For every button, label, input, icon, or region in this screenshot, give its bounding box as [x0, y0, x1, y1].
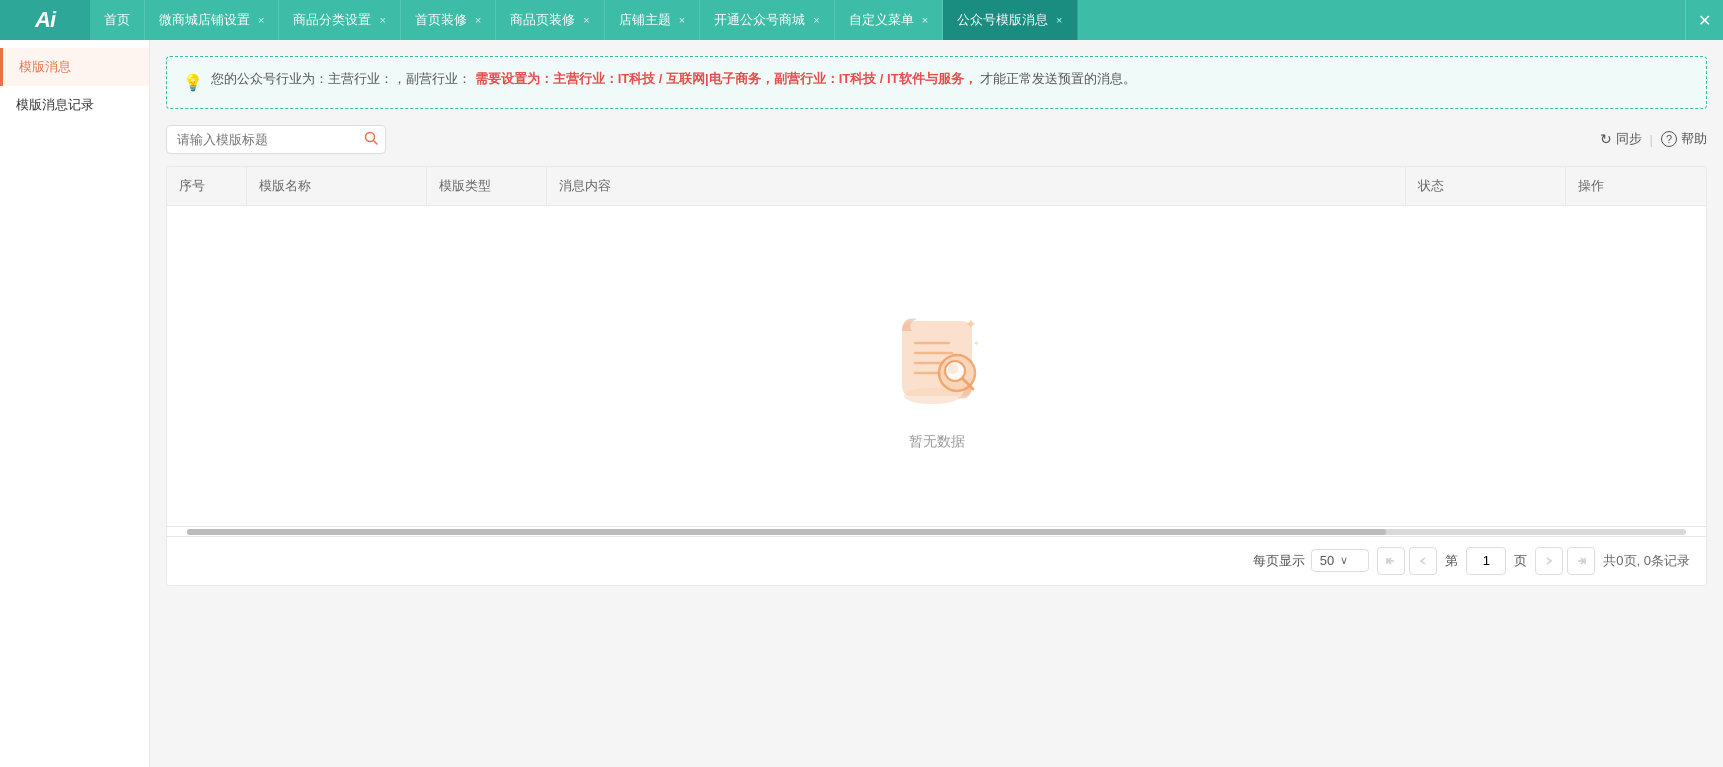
notice-highlight: 需要设置为：主营行业：IT科技 / 互联网|电子商务，副营行业：IT科技 / I…	[475, 71, 977, 86]
nav-tab-close-product-category[interactable]: ×	[379, 14, 385, 26]
help-icon: ?	[1661, 131, 1677, 147]
total-info: 共0页, 0条记录	[1603, 552, 1690, 570]
nav-tab-label: 微商城店铺设置	[159, 11, 250, 29]
page-navigation: 第 页	[1377, 547, 1595, 575]
toolbar-right: ↻ 同步 | ? 帮助	[1600, 130, 1707, 148]
nav-tab-close-product-decor[interactable]: ×	[583, 14, 589, 26]
empty-state: ✦ ✦ 暂无数据	[877, 261, 997, 471]
search-input[interactable]	[166, 125, 386, 154]
per-page-select: 每页显示 50 ∨	[1253, 549, 1369, 572]
empty-text: 暂无数据	[909, 433, 965, 451]
nav-tab-label: 商品页装修	[510, 11, 575, 29]
nav-tab-label: 店铺主题	[619, 11, 671, 29]
th-action: 操作	[1566, 167, 1706, 205]
table-header: 序号模版名称模版类型消息内容状态操作	[167, 167, 1706, 206]
nav-tab-home-decor[interactable]: 首页装修 ×	[401, 0, 496, 40]
scrollbar-track	[187, 529, 1686, 535]
nav-tab-label: 开通公众号商城	[714, 11, 805, 29]
nav-tab-label: 商品分类设置	[293, 11, 371, 29]
th-type: 模版类型	[427, 167, 547, 205]
app-logo: Ai	[0, 0, 90, 40]
first-page-button[interactable]	[1377, 547, 1405, 575]
search-bar: ↻ 同步 | ? 帮助	[166, 125, 1707, 154]
nav-tab-product-decor[interactable]: 商品页装修 ×	[496, 0, 604, 40]
nav-tab-label: 公众号模版消息	[957, 11, 1048, 29]
th-name: 模版名称	[247, 167, 427, 205]
per-page-value: 50	[1320, 553, 1334, 568]
help-button[interactable]: ? 帮助	[1661, 130, 1707, 148]
page-unit: 页	[1514, 552, 1527, 570]
sync-button[interactable]: ↻ 同步	[1600, 130, 1642, 148]
nav-tab-template-msg[interactable]: 公众号模版消息 ×	[943, 0, 1077, 40]
per-page-dropdown[interactable]: 50 ∨	[1311, 549, 1369, 572]
nav-tab-home[interactable]: 首页	[90, 0, 145, 40]
scrollbar-thumb	[187, 529, 1386, 535]
nav-tab-label: 首页	[104, 11, 130, 29]
sidebar-item-template-msg[interactable]: 模版消息	[0, 48, 149, 86]
svg-text:✦: ✦	[973, 339, 980, 348]
nav-tab-micro-store[interactable]: 微商城店铺设置 ×	[145, 0, 279, 40]
nav-tab-label: 首页装修	[415, 11, 467, 29]
nav-tab-label: 自定义菜单	[849, 11, 914, 29]
nav-tab-close-template-msg[interactable]: ×	[1056, 14, 1062, 26]
th-status: 状态	[1406, 167, 1566, 205]
last-page-button[interactable]	[1567, 547, 1595, 575]
svg-text:✦: ✦	[965, 316, 977, 332]
table-body: ✦ ✦ 暂无数据	[167, 206, 1706, 526]
search-input-wrap	[166, 125, 386, 154]
nav-tab-custom-menu[interactable]: 自定义菜单 ×	[835, 0, 943, 40]
sync-label: 同步	[1616, 130, 1642, 148]
svg-line-1	[374, 140, 378, 144]
svg-point-9	[948, 364, 958, 374]
content-area: 💡 您的公众号行业为：主营行业：，副营行业： 需要设置为：主营行业：IT科技 /…	[150, 40, 1723, 767]
nav-tabs: 首页微商城店铺设置×商品分类设置×首页装修×商品页装修×店铺主题×开通公众号商城…	[90, 0, 1685, 40]
th-seq: 序号	[167, 167, 247, 205]
top-navigation: Ai 首页微商城店铺设置×商品分类设置×首页装修×商品页装修×店铺主题×开通公众…	[0, 0, 1723, 40]
per-page-label: 每页显示	[1253, 552, 1305, 570]
close-all-button[interactable]: ✕	[1685, 0, 1723, 40]
nav-tab-close-store-theme[interactable]: ×	[679, 14, 685, 26]
page-input[interactable]	[1466, 547, 1506, 575]
toolbar-divider: |	[1650, 132, 1653, 147]
nav-tab-close-custom-menu[interactable]: ×	[922, 14, 928, 26]
nav-tab-close-home-decor[interactable]: ×	[475, 14, 481, 26]
notice-text: 您的公众号行业为：主营行业：，副营行业： 需要设置为：主营行业：IT科技 / 互…	[211, 69, 1136, 90]
nav-tab-close-micro-store[interactable]: ×	[258, 14, 264, 26]
dropdown-icon: ∨	[1340, 554, 1348, 567]
page-label: 第	[1445, 552, 1458, 570]
notice-banner: 💡 您的公众号行业为：主营行业：，副营行业： 需要设置为：主营行业：IT科技 /…	[166, 56, 1707, 109]
data-table: 序号模版名称模版类型消息内容状态操作	[166, 166, 1707, 586]
nav-tab-store-theme[interactable]: 店铺主题 ×	[605, 0, 700, 40]
help-label: 帮助	[1681, 130, 1707, 148]
th-content: 消息内容	[547, 167, 1406, 205]
notice-icon: 💡	[183, 70, 203, 96]
nav-tab-open-store[interactable]: 开通公众号商城 ×	[700, 0, 834, 40]
sync-icon: ↻	[1600, 131, 1612, 147]
empty-illustration: ✦ ✦	[877, 301, 997, 421]
search-left	[166, 125, 386, 154]
pagination-bar: 每页显示 50 ∨ 第 页	[167, 536, 1706, 585]
main-layout: 模版消息模版消息记录 💡 您的公众号行业为：主营行业：，副营行业： 需要设置为：…	[0, 40, 1723, 767]
prev-page-button[interactable]	[1409, 547, 1437, 575]
next-page-button[interactable]	[1535, 547, 1563, 575]
search-button[interactable]	[364, 131, 378, 148]
sidebar: 模版消息模版消息记录	[0, 40, 150, 767]
nav-tab-close-open-store[interactable]: ×	[813, 14, 819, 26]
scrollbar-area[interactable]	[167, 526, 1706, 536]
sidebar-item-template-log[interactable]: 模版消息记录	[0, 86, 149, 124]
nav-tab-product-category[interactable]: 商品分类设置 ×	[279, 0, 400, 40]
